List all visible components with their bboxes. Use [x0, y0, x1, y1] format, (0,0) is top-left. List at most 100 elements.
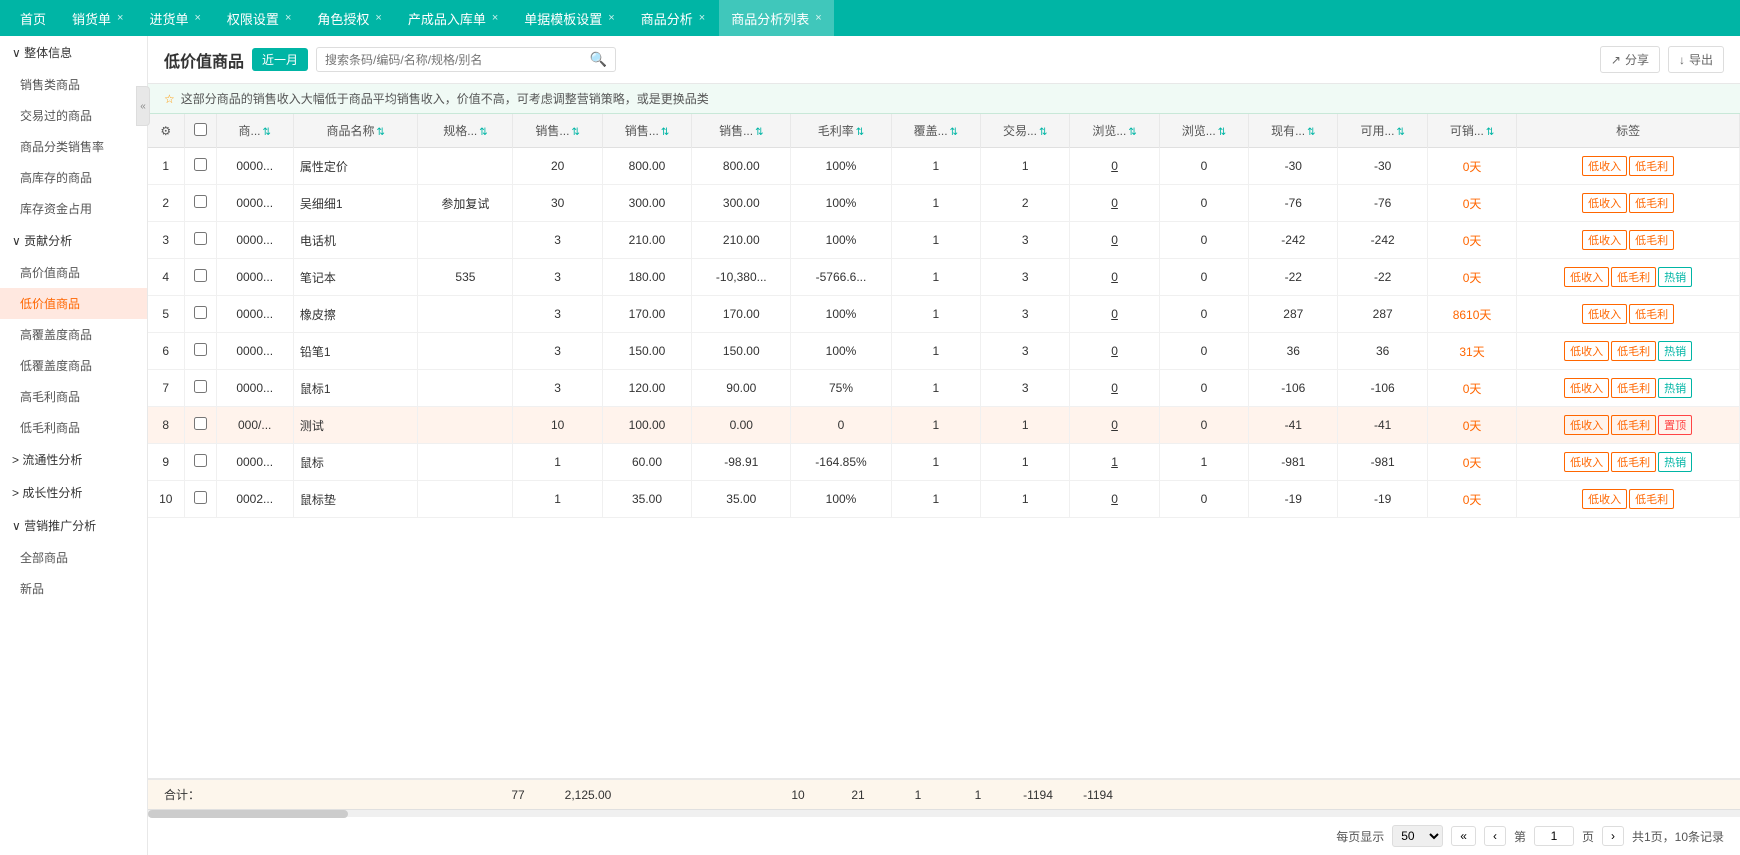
col-browse2[interactable]: 浏览...⇅ [1159, 114, 1248, 148]
page-number-input[interactable] [1534, 826, 1574, 846]
col-margin-rate[interactable]: 毛利率⇅ [791, 114, 891, 148]
sidebar-group-circulation[interactable]: > 流通性分析 [0, 443, 147, 476]
sidebar-item-high-coverage[interactable]: 高覆盖度商品 [0, 319, 147, 350]
close-icon[interactable]: × [815, 12, 821, 24]
search-input[interactable] [325, 53, 590, 67]
cell-browse1[interactable]: 0 [1070, 259, 1159, 296]
first-page-button[interactable]: « [1451, 826, 1476, 846]
nav-product-analysis[interactable]: 商品分析 × [629, 0, 717, 36]
cell-browse1[interactable]: 0 [1070, 481, 1159, 518]
col-checkbox[interactable] [184, 114, 216, 148]
cell-checkbox[interactable] [184, 333, 216, 370]
sidebar-item-low-margin[interactable]: 低毛利商品 [0, 412, 147, 443]
cell-checkbox[interactable] [184, 148, 216, 185]
sidebar-group-overall[interactable]: ∨ 整体信息 [0, 36, 147, 69]
cell-checkbox[interactable] [184, 407, 216, 444]
next-page-button[interactable]: › [1602, 826, 1624, 846]
close-icon[interactable]: × [375, 12, 381, 24]
sidebar-group-contribution[interactable]: ∨ 贡献分析 [0, 224, 147, 257]
sidebar-item-all-products[interactable]: 全部商品 [0, 542, 147, 573]
row-checkbox[interactable] [194, 306, 207, 319]
cell-browse1[interactable]: 0 [1070, 296, 1159, 333]
col-settings[interactable]: ⚙ [148, 114, 184, 148]
horizontal-scrollbar[interactable] [148, 809, 1740, 817]
cell-browse1[interactable]: 0 [1070, 148, 1159, 185]
nav-purchase-order[interactable]: 进货单 × [137, 0, 212, 36]
browse-link[interactable]: 0 [1111, 270, 1118, 284]
sidebar-item-category-sales-rate[interactable]: 商品分类销售率 [0, 131, 147, 162]
sidebar-item-high-value[interactable]: 高价值商品 [0, 257, 147, 288]
cell-browse1[interactable]: 1 [1070, 444, 1159, 481]
per-page-select[interactable]: 50 100 [1392, 825, 1443, 847]
row-checkbox[interactable] [194, 380, 207, 393]
col-browse1[interactable]: 浏览...⇅ [1070, 114, 1159, 148]
col-trade[interactable]: 交易...⇅ [980, 114, 1069, 148]
close-icon[interactable]: × [285, 12, 291, 24]
sidebar-item-low-value[interactable]: 低价值商品 [0, 288, 147, 319]
row-checkbox[interactable] [194, 232, 207, 245]
browse-link[interactable]: 1 [1111, 455, 1118, 469]
row-checkbox[interactable] [194, 269, 207, 282]
sidebar-item-new-products[interactable]: 新品 [0, 573, 147, 604]
close-icon[interactable]: × [608, 12, 614, 24]
cell-browse1[interactable]: 0 [1070, 333, 1159, 370]
browse-link[interactable]: 0 [1111, 233, 1118, 247]
nav-permission-settings[interactable]: 权限设置 × [215, 0, 303, 36]
close-icon[interactable]: × [492, 12, 498, 24]
sidebar-group-marketing[interactable]: ∨ 营销推广分析 [0, 509, 147, 542]
sidebar-item-low-coverage[interactable]: 低覆盖度商品 [0, 350, 147, 381]
nav-sales-order[interactable]: 销货单 × [60, 0, 135, 36]
col-sale-qty[interactable]: 销售...⇅ [513, 114, 602, 148]
cell-checkbox[interactable] [184, 222, 216, 259]
nav-role-auth[interactable]: 角色授权 × [305, 0, 393, 36]
browse-link[interactable]: 0 [1111, 492, 1118, 506]
browse-link[interactable]: 0 [1111, 159, 1118, 173]
col-name[interactable]: 商品名称⇅ [293, 114, 418, 148]
sidebar-item-traded-products[interactable]: 交易过的商品 [0, 100, 147, 131]
data-table-wrapper[interactable]: ⚙ 商...⇅ 商品名称⇅ 规格...⇅ 销售...⇅ 销售...⇅ 销售...… [148, 114, 1740, 778]
share-button[interactable]: ↗ 分享 [1600, 46, 1660, 73]
row-checkbox[interactable] [194, 158, 207, 171]
close-icon[interactable]: × [117, 12, 123, 24]
cell-checkbox[interactable] [184, 444, 216, 481]
row-checkbox[interactable] [194, 491, 207, 504]
row-checkbox[interactable] [194, 417, 207, 430]
browse-link[interactable]: 0 [1111, 381, 1118, 395]
cell-checkbox[interactable] [184, 370, 216, 407]
row-checkbox[interactable] [194, 343, 207, 356]
col-code[interactable]: 商...⇅ [216, 114, 293, 148]
sidebar-item-sales-products[interactable]: 销售类商品 [0, 69, 147, 100]
col-spec[interactable]: 规格...⇅ [418, 114, 513, 148]
nav-finished-goods[interactable]: 产成品入库单 × [396, 0, 510, 36]
close-icon[interactable]: × [699, 12, 705, 24]
cell-browse1[interactable]: 0 [1070, 185, 1159, 222]
browse-link[interactable]: 0 [1111, 344, 1118, 358]
col-coverage[interactable]: 覆盖...⇅ [891, 114, 980, 148]
period-button[interactable]: 近一月 [252, 48, 308, 71]
col-sale-amount2[interactable]: 销售...⇅ [692, 114, 791, 148]
sidebar-item-high-margin[interactable]: 高毛利商品 [0, 381, 147, 412]
sidebar-item-inventory-capital[interactable]: 库存资金占用 [0, 193, 147, 224]
prev-page-button[interactable]: ‹ [1484, 826, 1506, 846]
col-saleable-stock[interactable]: 可销...⇅ [1427, 114, 1516, 148]
col-available-stock[interactable]: 可用...⇅ [1338, 114, 1427, 148]
cell-checkbox[interactable] [184, 185, 216, 222]
row-checkbox[interactable] [194, 195, 207, 208]
cell-checkbox[interactable] [184, 296, 216, 333]
col-current-stock[interactable]: 现有...⇅ [1249, 114, 1338, 148]
cell-browse1[interactable]: 0 [1070, 407, 1159, 444]
cell-checkbox[interactable] [184, 481, 216, 518]
select-all-checkbox[interactable] [194, 123, 207, 136]
browse-link[interactable]: 0 [1111, 196, 1118, 210]
col-sale-amount1[interactable]: 销售...⇅ [602, 114, 691, 148]
cell-browse1[interactable]: 0 [1070, 370, 1159, 407]
browse-link[interactable]: 0 [1111, 418, 1118, 432]
sidebar-group-growth[interactable]: > 成长性分析 [0, 476, 147, 509]
cell-browse1[interactable]: 0 [1070, 222, 1159, 259]
cell-checkbox[interactable] [184, 259, 216, 296]
export-button[interactable]: ↓ 导出 [1668, 46, 1724, 73]
sidebar-collapse-button[interactable]: « [136, 86, 150, 126]
close-icon[interactable]: × [194, 12, 200, 24]
row-checkbox[interactable] [194, 454, 207, 467]
browse-link[interactable]: 0 [1111, 307, 1118, 321]
